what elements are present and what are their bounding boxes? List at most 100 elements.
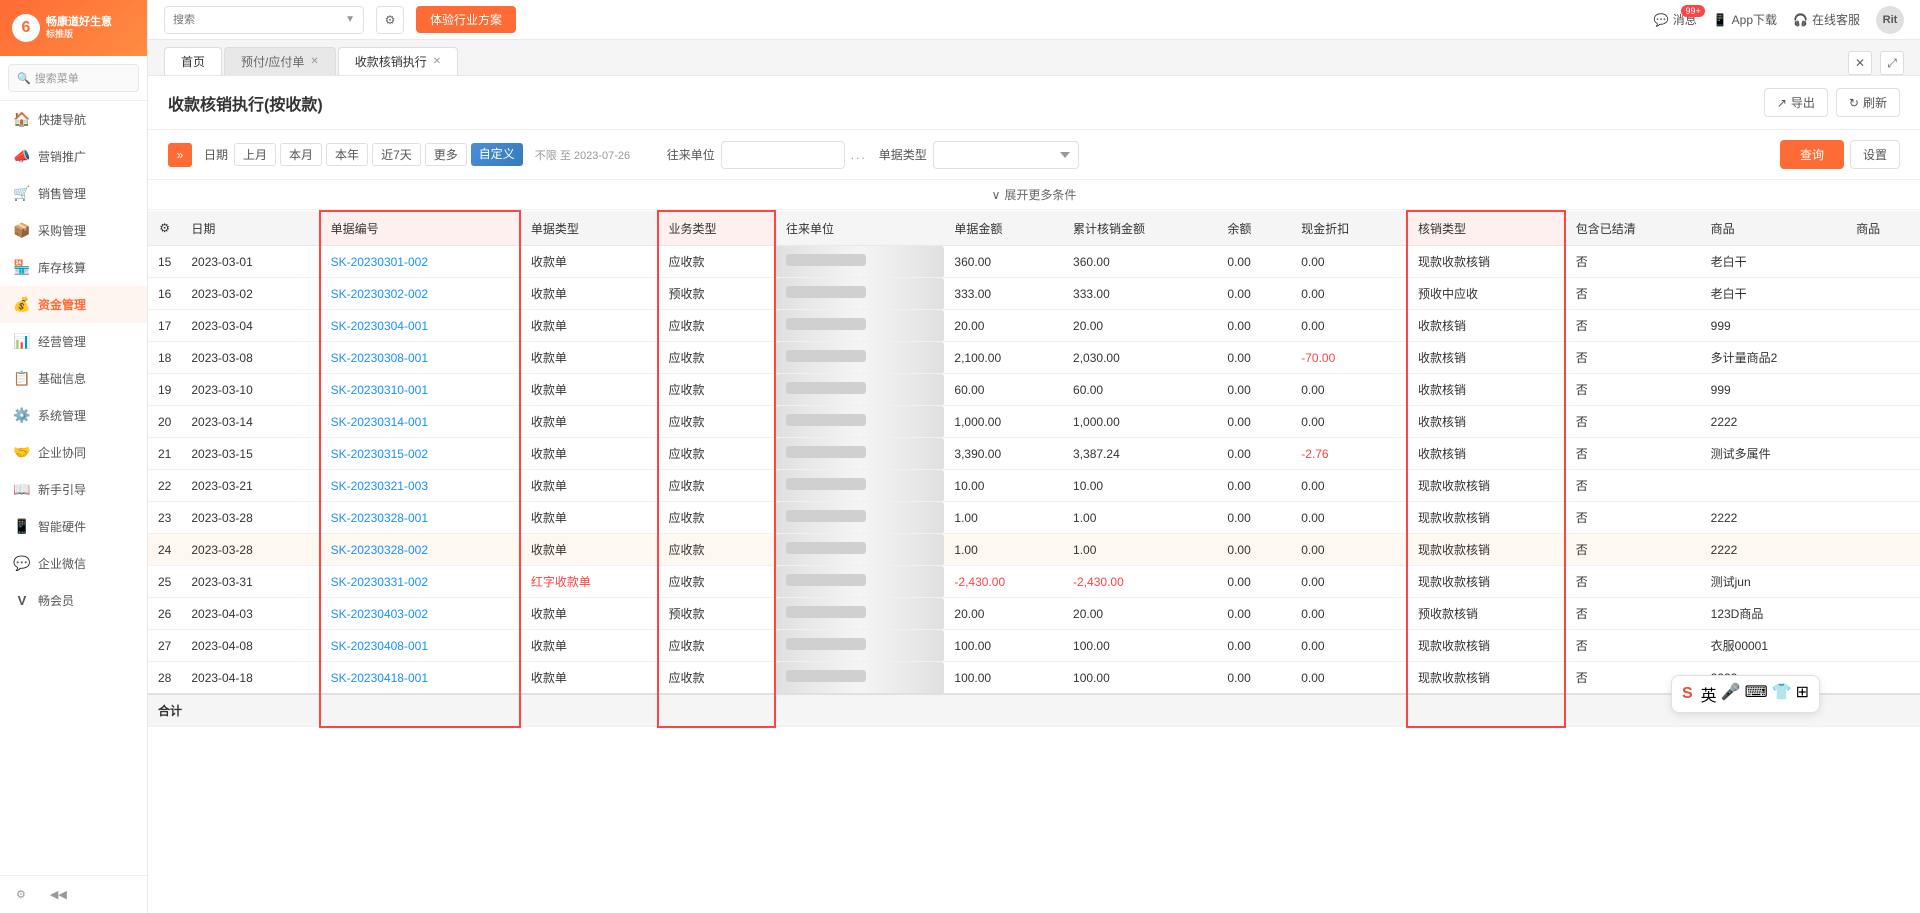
row-no: 25 xyxy=(148,566,181,598)
last-month-btn[interactable]: 上月 xyxy=(234,143,276,166)
hardware-icon: 📱 xyxy=(14,519,30,535)
app-download-link[interactable]: 📱 App下载 xyxy=(1713,11,1777,28)
row-voucher-no[interactable]: SK-20230408-001 xyxy=(320,630,520,662)
sidebar-item-finance[interactable]: 💰 资金管理 xyxy=(0,286,147,323)
voucher-no-col-header[interactable]: 单据编号 xyxy=(320,211,520,246)
settings-bottom-btn[interactable]: ⚙ xyxy=(8,884,34,905)
query-button[interactable]: 查询 xyxy=(1780,140,1844,169)
sidebar-item-inventory[interactable]: 🏪 库存核算 xyxy=(0,249,147,286)
date-col-header[interactable]: 日期 xyxy=(181,211,319,246)
goods2-col-header[interactable]: 商品 xyxy=(1846,211,1920,246)
voucher-type-col-header[interactable]: 单据类型 xyxy=(520,211,658,246)
industry-solution-button[interactable]: 体验行业方案 xyxy=(416,6,516,33)
row-partner xyxy=(775,598,944,630)
sidebar-item-sales[interactable]: 🛒 销售管理 xyxy=(0,175,147,212)
close-payable-tab-icon[interactable]: ✕ xyxy=(310,56,318,67)
row-verified: 100.00 xyxy=(1063,630,1217,662)
row-amount: 1.00 xyxy=(944,534,1063,566)
sidebar-item-hardware[interactable]: 📱 智能硬件 xyxy=(0,508,147,545)
last-7days-btn[interactable]: 近7天 xyxy=(372,143,421,166)
sidebar-item-guide[interactable]: 📖 新手引导 xyxy=(0,471,147,508)
row-voucher-no[interactable]: SK-20230403-002 xyxy=(320,598,520,630)
balance-col-header[interactable]: 余额 xyxy=(1217,211,1291,246)
filter-setting-button[interactable]: 设置 xyxy=(1850,140,1900,169)
sidebar-item-operation[interactable]: 📊 经营管理 xyxy=(0,323,147,360)
collapse-sidebar-btn[interactable]: ◀◀ xyxy=(42,884,75,905)
row-partner xyxy=(775,278,944,310)
close-collection-tab-icon[interactable]: ✕ xyxy=(433,56,441,67)
user-avatar[interactable]: Rit xyxy=(1876,6,1904,34)
row-voucher-no[interactable]: SK-20230310-001 xyxy=(320,374,520,406)
row-voucher-no[interactable]: SK-20230328-001 xyxy=(320,502,520,534)
this-month-btn[interactable]: 本月 xyxy=(280,143,322,166)
row-amount: 3,390.00 xyxy=(944,438,1063,470)
verify-type-col-header[interactable]: 核销类型 xyxy=(1407,211,1565,246)
goods-col-header[interactable]: 商品 xyxy=(1701,211,1846,246)
refresh-button[interactable]: ↻ 刷新 xyxy=(1836,88,1900,117)
row-voucher-no[interactable]: SK-20230301-002 xyxy=(320,246,520,278)
row-verified: 10.00 xyxy=(1063,470,1217,502)
sidebar-item-basic[interactable]: 📋 基础信息 xyxy=(0,360,147,397)
row-voucher-no[interactable]: SK-20230328-002 xyxy=(320,534,520,566)
settings-col-header[interactable]: ⚙ xyxy=(148,211,181,246)
sidebar-item-marketing[interactable]: 📣 营销推广 xyxy=(0,138,147,175)
row-balance: 0.00 xyxy=(1217,470,1291,502)
verified-amount-col-header[interactable]: 累计核销金额 xyxy=(1063,211,1217,246)
row-date: 2023-03-14 xyxy=(181,406,319,438)
customer-service-link[interactable]: 🎧 在线客服 xyxy=(1793,11,1860,28)
row-voucher-no[interactable]: SK-20230304-001 xyxy=(320,310,520,342)
row-voucher-type: 收款单 xyxy=(520,246,658,278)
voucher-type-select[interactable] xyxy=(933,141,1079,169)
discount-col-header[interactable]: 现金折扣 xyxy=(1291,211,1407,246)
tab-home[interactable]: 首页 xyxy=(164,47,222,75)
search-menu-button[interactable]: 🔍 搜索菜单 xyxy=(8,64,139,92)
row-verify-type: 现款收款核销 xyxy=(1407,534,1565,566)
row-goods2 xyxy=(1846,534,1920,566)
top-search-input[interactable] xyxy=(173,14,341,26)
this-year-btn[interactable]: 本年 xyxy=(326,143,368,166)
table-row: 222023-03-21SK-20230321-003收款单应收款10.0010… xyxy=(148,470,1920,502)
include-settled-col-header[interactable]: 包含已结清 xyxy=(1565,211,1701,246)
partner-input[interactable] xyxy=(721,141,845,169)
filter-expand-button[interactable]: » xyxy=(168,143,192,167)
close-tab-button[interactable]: ✕ xyxy=(1848,51,1872,75)
table-row: 232023-03-28SK-20230328-001收款单应收款1.001.0… xyxy=(148,502,1920,534)
sidebar-item-wechat[interactable]: 💬 企业微信 xyxy=(0,545,147,582)
watermark-icon-keyboard: ⌨ xyxy=(1745,682,1768,706)
row-voucher-no[interactable]: SK-20230331-002 xyxy=(320,566,520,598)
watermark-s-logo: S xyxy=(1682,685,1693,703)
biz-type-col-header[interactable]: 业务类型 xyxy=(658,211,775,246)
custom-date-btn[interactable]: 自定义 xyxy=(471,143,523,166)
row-discount: 0.00 xyxy=(1291,246,1407,278)
sidebar-item-quick-nav[interactable]: 🏠 快捷导航 xyxy=(0,101,147,138)
row-voucher-no[interactable]: SK-20230302-002 xyxy=(320,278,520,310)
amount-col-header[interactable]: 单据金额 xyxy=(944,211,1063,246)
tab-payable[interactable]: 预付/应付单 ✕ xyxy=(224,47,336,75)
row-verified: 3,387.24 xyxy=(1063,438,1217,470)
row-discount: 0.00 xyxy=(1291,566,1407,598)
row-verified: 100.00 xyxy=(1063,662,1217,695)
row-voucher-no[interactable]: SK-20230314-001 xyxy=(320,406,520,438)
partner-more-icon[interactable]: ... xyxy=(851,148,867,162)
tab-collection[interactable]: 收款核销执行 ✕ xyxy=(338,47,458,75)
export-button[interactable]: ↗ 导出 xyxy=(1764,88,1828,117)
row-voucher-no[interactable]: SK-20230321-003 xyxy=(320,470,520,502)
expand-more-button[interactable]: ∨ 展开更多条件 xyxy=(992,186,1077,203)
sidebar-item-member[interactable]: V 畅会员 xyxy=(0,582,147,619)
purchase-icon: 📦 xyxy=(14,223,30,239)
row-goods2 xyxy=(1846,598,1920,630)
row-voucher-type: 收款单 xyxy=(520,534,658,566)
more-date-btn[interactable]: 更多 xyxy=(425,143,467,166)
row-date: 2023-03-01 xyxy=(181,246,319,278)
row-voucher-no[interactable]: SK-20230315-002 xyxy=(320,438,520,470)
sidebar-item-purchase[interactable]: 📦 采购管理 xyxy=(0,212,147,249)
gear-button[interactable]: ⚙ xyxy=(376,6,404,34)
notification-button[interactable]: 💬 消息 99+ xyxy=(1654,11,1697,28)
row-voucher-no[interactable]: SK-20230418-001 xyxy=(320,662,520,695)
sidebar-item-system[interactable]: ⚙️ 系统管理 xyxy=(0,397,147,434)
dropdown-arrow-icon[interactable]: ▼ xyxy=(345,14,355,25)
partner-col-header[interactable]: 往来单位 xyxy=(775,211,944,246)
sidebar-item-enterprise[interactable]: 🤝 企业协同 xyxy=(0,434,147,471)
maximize-tab-button[interactable]: ⤢ xyxy=(1880,51,1904,75)
row-voucher-no[interactable]: SK-20230308-001 xyxy=(320,342,520,374)
